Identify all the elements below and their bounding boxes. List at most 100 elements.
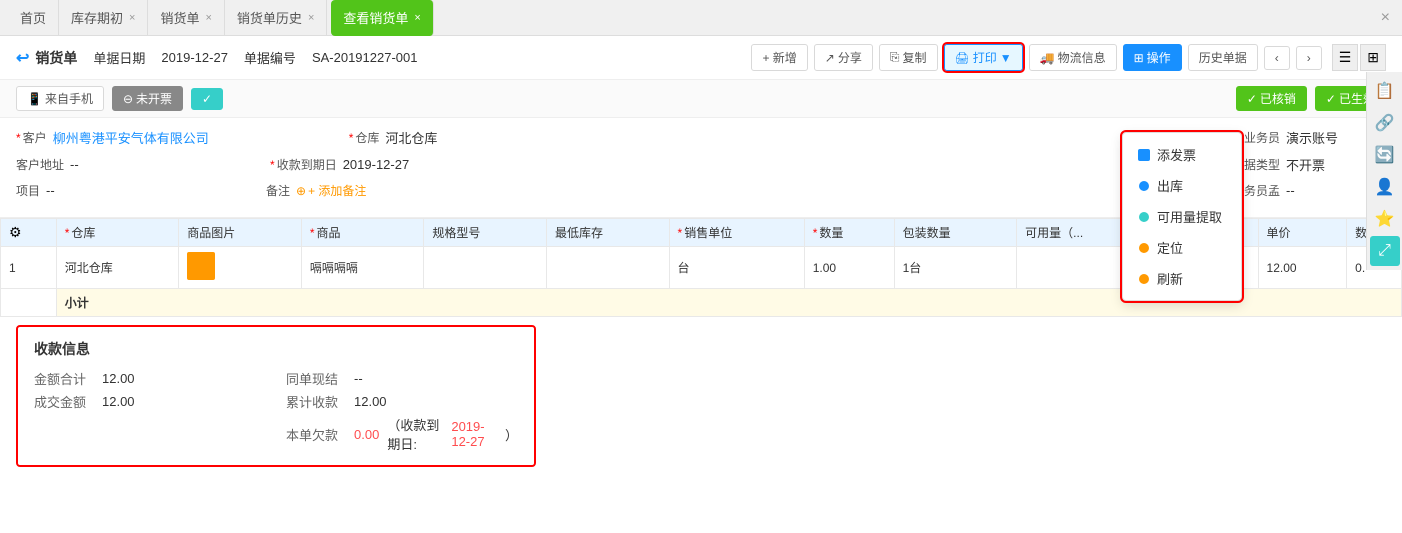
tab-inventory[interactable]: 库存期初 × xyxy=(59,0,148,36)
doc-title: ↩ 销货单 xyxy=(16,48,77,68)
from-phone-button[interactable]: 📱 来自手机 xyxy=(16,86,104,111)
close-sales-tab[interactable]: × xyxy=(205,12,211,24)
share-button[interactable]: ↗ 分享 xyxy=(814,44,873,71)
address-field: 客户地址 -- xyxy=(16,156,170,173)
col-product: 商品 xyxy=(301,219,424,247)
row-image xyxy=(179,247,302,289)
list-view-button[interactable]: ☰ xyxy=(1332,44,1359,71)
dropdown-popup: 添发票 出库 可用量提取 定位 刷新 xyxy=(1122,132,1242,301)
copy-button[interactable]: ⎘ 复制 xyxy=(879,44,938,71)
total-label: 金额合计 xyxy=(34,369,94,388)
row-unit: 台 xyxy=(669,247,804,289)
row-min-stock xyxy=(546,247,669,289)
tab-view-sales[interactable]: 查看销货单 × xyxy=(331,0,433,36)
warehouse-field: 仓库 河北仓库 xyxy=(349,128,486,147)
transaction-value: 12.00 xyxy=(102,394,135,409)
project-value: -- xyxy=(46,183,146,198)
close-window-button[interactable]: × xyxy=(1381,9,1390,27)
doc-icon: ↩ xyxy=(16,48,29,68)
logistics-icon: 🚚 xyxy=(1040,51,1055,65)
same-order-row: 同单现结 -- xyxy=(286,369,518,388)
add-invoice-icon xyxy=(1137,148,1151,162)
balance-note: （收款到期日: xyxy=(387,415,443,453)
tab-bar: 首页 库存期初 × 销货单 × 销货单历史 × 查看销货单 × × xyxy=(0,0,1402,36)
toolbar-row: 📱 来自手机 ⊖ 未开票 ✓ ✓ 已核销 ✓ 已生效 xyxy=(0,80,1402,118)
history-button[interactable]: 历史单据 xyxy=(1188,44,1258,71)
close-inventory-tab[interactable]: × xyxy=(129,12,135,24)
check-circle-icon2: ✓ xyxy=(1326,92,1336,106)
tab-sales[interactable]: 销货单 × xyxy=(148,0,224,36)
col-quantity: 数量 xyxy=(804,219,894,247)
col-warehouse: 仓库 xyxy=(56,219,179,247)
doc-header: ↩ 销货单 单据日期 2019-12-27 单据编号 SA-20191227-0… xyxy=(0,36,1402,80)
not-open-button[interactable]: ⊖ 未开票 xyxy=(112,86,183,111)
doc-actions: + 新增 ↗ 分享 ⎘ 复制 🖨 打印 ▼ 🚚 物流信息 xyxy=(751,44,1386,71)
sold-out-button[interactable]: ✓ 已核销 xyxy=(1236,86,1307,111)
add-note-button[interactable]: ⊕ + 添加备注 xyxy=(296,182,366,199)
logistics-button[interactable]: 🚚 物流信息 xyxy=(1029,44,1117,71)
right-edit-button[interactable]: 📋 xyxy=(1370,76,1400,106)
cumulative-value: 12.00 xyxy=(354,394,387,409)
next-button[interactable]: › xyxy=(1296,46,1322,70)
locate-icon xyxy=(1137,241,1151,255)
ship-out-item[interactable]: 出库 xyxy=(1123,170,1241,201)
project-field: 项目 -- xyxy=(16,182,146,199)
prev-button[interactable]: ‹ xyxy=(1264,46,1290,70)
ticket-type-field: 票据类型 不开票 xyxy=(1225,155,1386,174)
col-gear: ⚙ xyxy=(1,219,57,247)
check-circle-icon: ✓ xyxy=(1247,92,1257,106)
row-quantity: 1.00 xyxy=(804,247,894,289)
confirm-button[interactable]: ✓ xyxy=(191,88,223,110)
print-icon: 🖨 xyxy=(955,51,970,65)
col-pack-qty: 包装数量 xyxy=(894,219,1017,247)
close-history-tab[interactable]: × xyxy=(308,12,314,24)
warehouse-value: 河北仓库 xyxy=(385,128,485,147)
right-user-button[interactable]: 👤 xyxy=(1370,172,1400,202)
address-value: -- xyxy=(70,157,170,172)
balance-end: ） xyxy=(505,425,518,444)
table-settings-button[interactable]: ⚙ xyxy=(9,224,22,241)
add-invoice-item[interactable]: 添发票 xyxy=(1123,139,1241,170)
transaction-label: 成交金额 xyxy=(34,392,94,411)
customer-value[interactable]: 柳州粤港平安气体有限公司 xyxy=(53,128,209,147)
same-order-value: -- xyxy=(354,371,363,386)
col-image: 商品图片 xyxy=(179,219,302,247)
operate-button[interactable]: ⊞ 操作 xyxy=(1123,44,1182,71)
payment-grid: 金额合计 12.00 同单现结 -- 成交金额 12.00 累计收款 12.00… xyxy=(34,369,518,453)
cumulative-label: 累计收款 xyxy=(286,392,346,411)
right-star-button[interactable]: ⭐ xyxy=(1370,204,1400,234)
row-index: 1 xyxy=(1,247,57,289)
new-button[interactable]: + 新增 xyxy=(751,44,807,71)
total-row: 金额合计 12.00 xyxy=(34,369,266,388)
view-icons: ☰ ⊞ xyxy=(1332,44,1386,71)
note-field: 备注 ⊕ + 添加备注 xyxy=(266,182,366,199)
right-expand-button[interactable]: ⤢ xyxy=(1370,236,1400,266)
tab-home[interactable]: 首页 xyxy=(8,0,59,36)
transaction-row: 成交金额 12.00 xyxy=(34,392,266,411)
payment-title: 收款信息 xyxy=(34,339,518,359)
print-button[interactable]: 🖨 打印 ▼ xyxy=(944,44,1023,71)
row-warehouse: 河北仓库 xyxy=(56,247,179,289)
ship-out-icon xyxy=(1137,179,1151,193)
right-refresh-button[interactable]: 🔄 xyxy=(1370,140,1400,170)
salesperson-field: 业务员孟 -- xyxy=(1225,182,1386,199)
balance-value: 0.00 xyxy=(354,427,379,442)
customer-field: 客户 柳州粤港平安气体有限公司 xyxy=(16,128,209,147)
payment-date-field: 收款到期日 2019-12-27 xyxy=(270,156,443,173)
balance-row: 本单欠款 0.00 （收款到期日: 2019-12-27 ） xyxy=(286,415,518,453)
row-spec xyxy=(424,247,547,289)
close-view-sales-tab[interactable]: × xyxy=(414,12,420,24)
refresh-item[interactable]: 刷新 xyxy=(1123,263,1241,294)
check-icon: ✓ xyxy=(202,92,212,106)
refresh-icon xyxy=(1137,272,1151,286)
balance-date: 2019-12-27 xyxy=(451,419,497,449)
tab-sales-history[interactable]: 销货单历史 × xyxy=(225,0,327,36)
locate-item[interactable]: 定位 xyxy=(1123,232,1241,263)
grid-view-button[interactable]: ⊞ xyxy=(1360,44,1386,71)
operate-icon: ⊞ xyxy=(1134,51,1144,65)
row-pack-qty: 1台 xyxy=(894,247,1017,289)
qty-extract-item[interactable]: 可用量提取 xyxy=(1123,201,1241,232)
right-icons-panel: 📋 🔗 🔄 👤 ⭐ ⤢ xyxy=(1366,72,1402,270)
product-image xyxy=(187,252,215,280)
right-link-button[interactable]: 🔗 xyxy=(1370,108,1400,138)
